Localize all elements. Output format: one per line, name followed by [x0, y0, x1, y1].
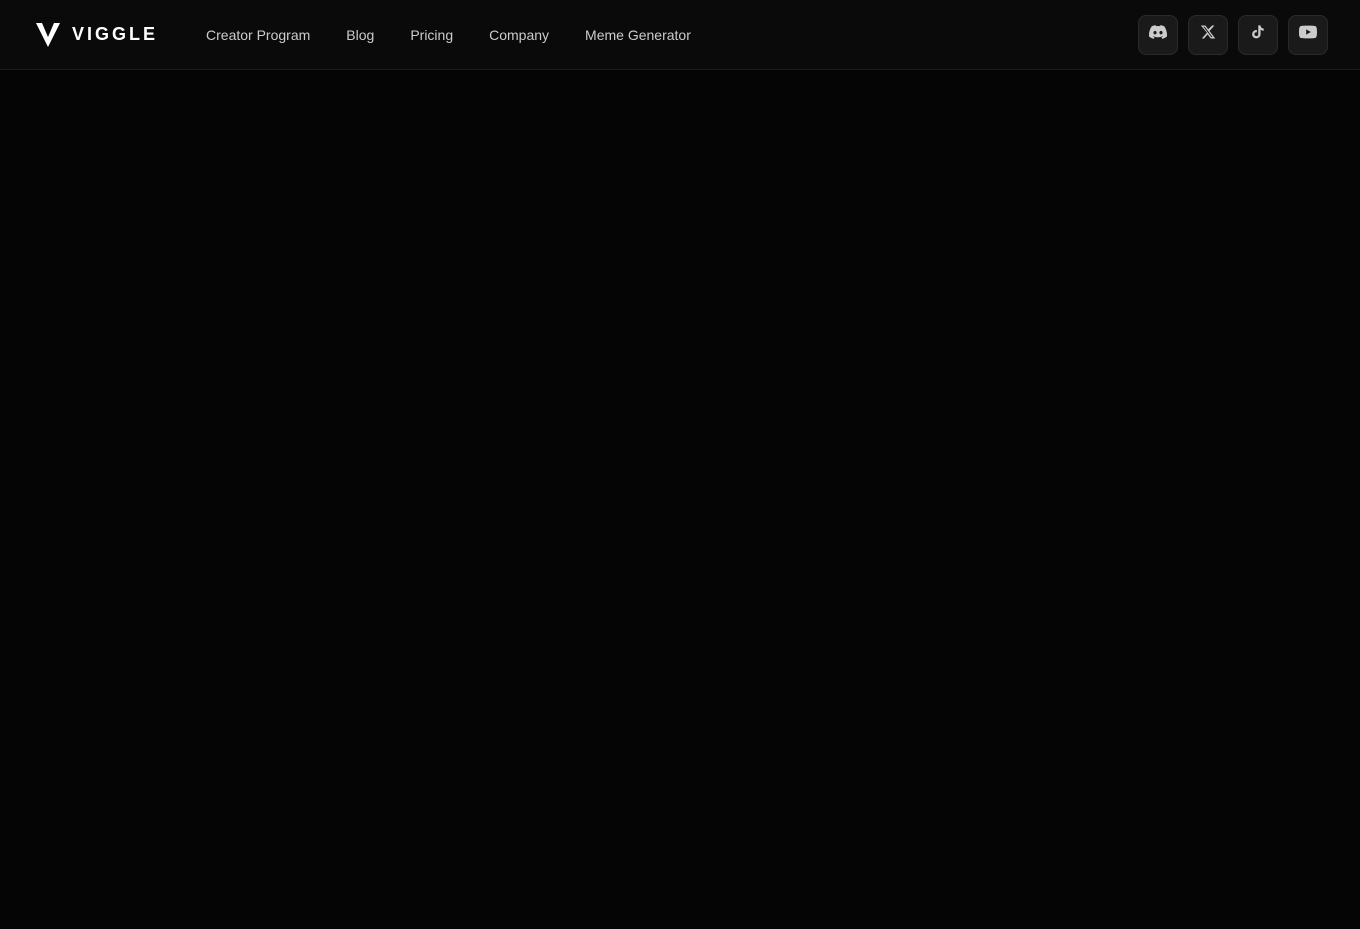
navbar-left: VIGGLE Creator Program Blog Pricing Comp… [32, 19, 691, 51]
viggle-logo-icon [32, 19, 64, 51]
nav-link-meme-generator[interactable]: Meme Generator [585, 27, 691, 43]
navbar-right [1138, 15, 1328, 55]
youtube-button[interactable] [1288, 15, 1328, 55]
discord-button[interactable] [1138, 15, 1178, 55]
logo-text: VIGGLE [72, 24, 158, 45]
nav-link-blog[interactable]: Blog [346, 27, 374, 43]
twitter-icon [1200, 24, 1216, 45]
discord-icon [1149, 23, 1167, 46]
youtube-icon [1299, 23, 1317, 46]
navbar: VIGGLE Creator Program Blog Pricing Comp… [0, 0, 1360, 70]
main-content [0, 70, 1360, 859]
logo[interactable]: VIGGLE [32, 19, 158, 51]
tiktok-button[interactable] [1238, 15, 1278, 55]
nav-links: Creator Program Blog Pricing Company Mem… [206, 27, 691, 43]
nav-link-pricing[interactable]: Pricing [410, 27, 453, 43]
nav-link-creator-program[interactable]: Creator Program [206, 27, 310, 43]
twitter-button[interactable] [1188, 15, 1228, 55]
nav-link-company[interactable]: Company [489, 27, 549, 43]
tiktok-icon [1250, 24, 1266, 45]
